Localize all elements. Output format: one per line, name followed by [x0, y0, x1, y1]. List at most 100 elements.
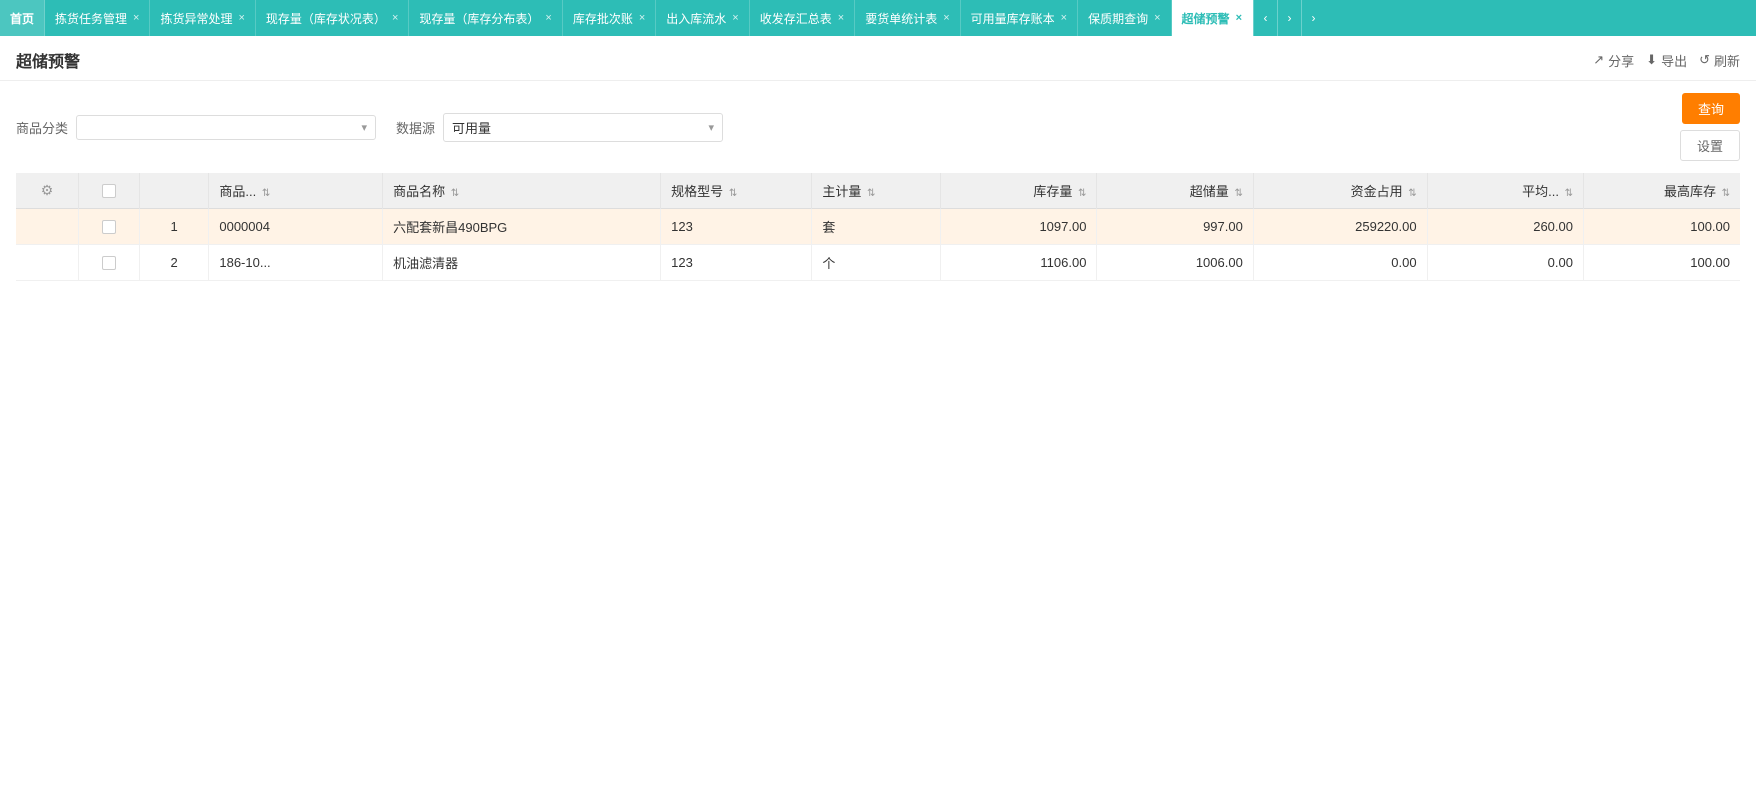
row-max: 100.00 [1583, 245, 1740, 281]
row-unit: 套 [812, 209, 941, 245]
row-stock: 1097.00 [941, 209, 1097, 245]
row-unit: 个 [812, 245, 941, 281]
nav-tab-stock-dist-label: 现存量（库存分布表） [419, 10, 539, 27]
datasource-label: 数据源 [396, 118, 435, 137]
category-select[interactable]: ▾ [76, 115, 376, 140]
table-body: 1 0000004 六配套新昌490BPG 123 套 1097.00 997.… [16, 209, 1740, 281]
row-over: 997.00 [1097, 209, 1253, 245]
nav-tab-task-close[interactable]: × [133, 12, 139, 24]
col-header-max[interactable]: 最高库存 ⇅ [1583, 173, 1740, 209]
col-header-num [139, 173, 209, 209]
export-label: 导出 [1661, 51, 1687, 70]
nav-tab-available[interactable]: 可用量库存账本 × [961, 0, 1078, 36]
nav-tab-over-stock-label: 超储预警 [1182, 10, 1230, 27]
nav-tab-stock-dist-close[interactable]: × [545, 12, 551, 24]
export-button[interactable]: ⬇ 导出 [1646, 51, 1687, 70]
nav-arrow-more[interactable]: › [1301, 0, 1325, 36]
col-header-unit[interactable]: 主计量 ⇅ [812, 173, 941, 209]
sort-icon-spec: ⇅ [729, 188, 737, 199]
row-spec: 123 [661, 245, 812, 281]
sort-icon-code: ⇅ [262, 188, 270, 199]
header-checkbox[interactable] [102, 184, 116, 198]
datasource-select[interactable]: 可用量 ▾ [443, 113, 723, 142]
nav-tab-home-label: 首页 [10, 10, 34, 27]
datasource-filter: 数据源 可用量 ▾ [396, 113, 723, 142]
nav-tab-collect[interactable]: 收发存汇总表 × [750, 0, 855, 36]
nav-tab-order-stat[interactable]: 要货单统计表 × [855, 0, 960, 36]
sort-icon-max: ⇅ [1722, 188, 1730, 199]
nav-tab-over-stock-close[interactable]: × [1236, 12, 1242, 24]
nav-tab-inout-close[interactable]: × [732, 12, 738, 24]
nav-tab-order-stat-close[interactable]: × [943, 12, 949, 24]
category-value [85, 120, 89, 135]
share-icon: ↗ [1593, 52, 1604, 68]
nav-tab-abnormal-label: 拣货异常处理 [160, 10, 232, 27]
row-avg: 260.00 [1427, 209, 1583, 245]
col-header-stock[interactable]: 库存量 ⇅ [941, 173, 1097, 209]
nav-tab-stock-status-close[interactable]: × [392, 12, 398, 24]
nav-tab-batch-close[interactable]: × [639, 12, 645, 24]
sort-icon-name: ⇅ [451, 188, 459, 199]
row-num: 2 [139, 245, 209, 281]
sort-icon-unit: ⇅ [867, 188, 875, 199]
row-checkbox[interactable] [102, 256, 116, 270]
nav-tab-inout[interactable]: 出入库流水 × [656, 0, 749, 36]
row-spec: 123 [661, 209, 812, 245]
table-row: 1 0000004 六配套新昌490BPG 123 套 1097.00 997.… [16, 209, 1740, 245]
category-chevron-icon: ▾ [361, 121, 367, 134]
nav-tab-over-stock[interactable]: 超储预警 × [1172, 0, 1253, 36]
nav-tab-abnormal-close[interactable]: × [238, 12, 244, 24]
nav-tab-abnormal[interactable]: 拣货异常处理 × [150, 0, 255, 36]
nav-tab-available-close[interactable]: × [1061, 12, 1067, 24]
nav-arrow-right[interactable]: › [1277, 0, 1301, 36]
data-table: ⚙ 商品... ⇅ 商品名称 ⇅ [16, 173, 1740, 281]
nav-tab-task[interactable]: 拣货任务管理 × [45, 0, 150, 36]
sort-icon-over: ⇅ [1234, 188, 1242, 199]
table-header-row: ⚙ 商品... ⇅ 商品名称 ⇅ [16, 173, 1740, 209]
row-avg: 0.00 [1427, 245, 1583, 281]
col-header-over[interactable]: 超储量 ⇅ [1097, 173, 1253, 209]
nav-tab-stock-dist[interactable]: 现存量（库存分布表） × [409, 0, 562, 36]
col-header-spec[interactable]: 规格型号 ⇅ [661, 173, 812, 209]
row-over: 1006.00 [1097, 245, 1253, 281]
nav-tab-collect-close[interactable]: × [838, 12, 844, 24]
page-content: 超储预警 ↗ 分享 ⬇ 导出 ↺ 刷新 商品分类 ▾ 数据源 [0, 36, 1756, 800]
nav-tab-collect-label: 收发存汇总表 [760, 10, 832, 27]
refresh-button[interactable]: ↺ 刷新 [1699, 51, 1740, 70]
row-check-cell [79, 209, 140, 245]
row-settings-cell [16, 209, 79, 245]
nav-arrow-left[interactable]: ‹ [1253, 0, 1277, 36]
row-code: 0000004 [209, 209, 383, 245]
header-actions: ↗ 分享 ⬇ 导出 ↺ 刷新 [1593, 51, 1740, 70]
sort-icon-fund: ⇅ [1408, 188, 1416, 199]
query-button[interactable]: 查询 [1682, 93, 1740, 124]
category-label: 商品分类 [16, 118, 68, 137]
row-max: 100.00 [1583, 209, 1740, 245]
filter-area: 商品分类 ▾ 数据源 可用量 ▾ 查询 设置 [0, 81, 1756, 173]
nav-tab-stock-status[interactable]: 现存量（库存状况表） × [256, 0, 409, 36]
col-header-avg[interactable]: 平均... ⇅ [1427, 173, 1583, 209]
row-num: 1 [139, 209, 209, 245]
table-container: ⚙ 商品... ⇅ 商品名称 ⇅ [0, 173, 1756, 281]
col-header-check [79, 173, 140, 209]
row-name: 机油滤清器 [383, 245, 661, 281]
nav-tab-expiry[interactable]: 保质期查询 × [1078, 0, 1171, 36]
nav-tab-home[interactable]: 首页 [0, 0, 45, 36]
nav-tab-expiry-label: 保质期查询 [1088, 10, 1148, 27]
gear-icon[interactable]: ⚙ [41, 182, 54, 198]
settings-button[interactable]: 设置 [1680, 130, 1740, 161]
col-header-settings[interactable]: ⚙ [16, 173, 79, 209]
export-icon: ⬇ [1646, 52, 1657, 68]
table-row: 2 186-10... 机油滤清器 123 个 1106.00 1006.00 … [16, 245, 1740, 281]
row-name: 六配套新昌490BPG [383, 209, 661, 245]
nav-tab-available-label: 可用量库存账本 [971, 10, 1055, 27]
row-code: 186-10... [209, 245, 383, 281]
col-header-name[interactable]: 商品名称 ⇅ [383, 173, 661, 209]
col-header-code[interactable]: 商品... ⇅ [209, 173, 383, 209]
share-button[interactable]: ↗ 分享 [1593, 51, 1634, 70]
col-header-fund[interactable]: 资金占用 ⇅ [1253, 173, 1427, 209]
row-checkbox[interactable] [102, 220, 116, 234]
row-fund: 259220.00 [1253, 209, 1427, 245]
nav-tab-expiry-close[interactable]: × [1154, 12, 1160, 24]
nav-tab-batch[interactable]: 库存批次账 × [563, 0, 656, 36]
